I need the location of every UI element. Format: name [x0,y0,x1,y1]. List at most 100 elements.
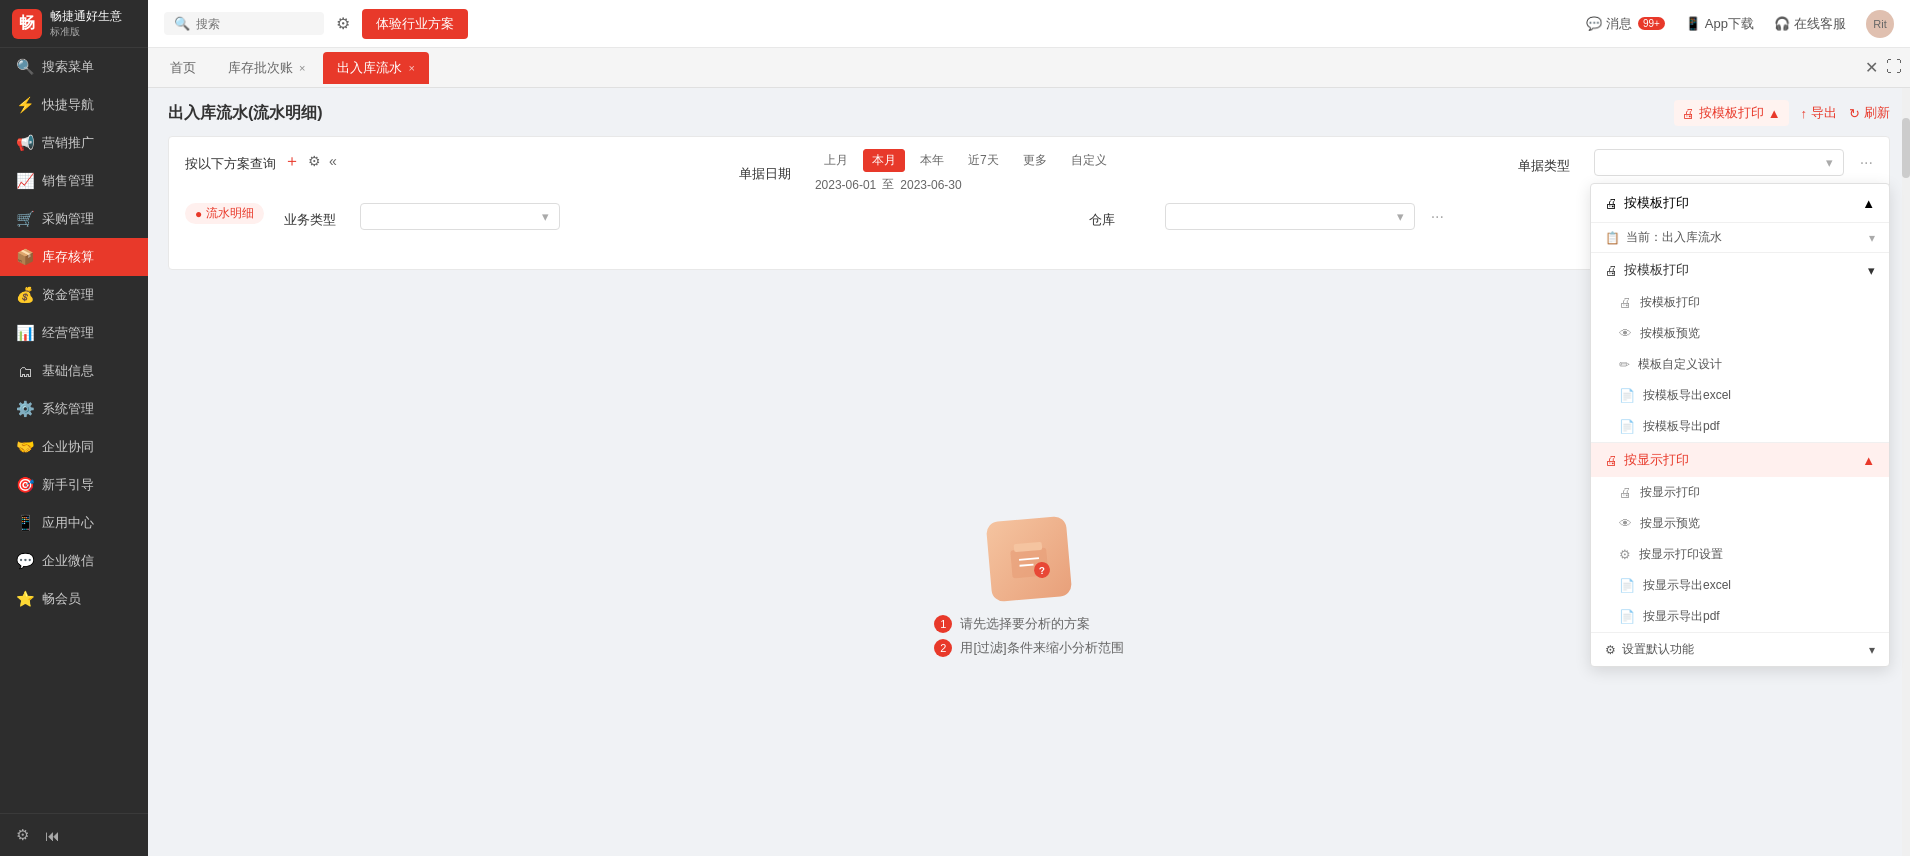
sidebar-item-app-center[interactable]: 📱应用中心 [0,504,148,542]
filter-by-label: 按以下方案查询 [185,149,276,173]
guide-icon: 🎯 [16,476,34,494]
expand-tab-btn[interactable]: ⛶ [1886,58,1902,77]
doc-type-select[interactable]: ▾ [1594,149,1844,176]
sidebar-item-cooperation[interactable]: 🤝企业协同 [0,428,148,466]
warehouse-arrow-icon: ▾ [1397,209,1404,224]
template-print-section-header[interactable]: 🖨 按模板打印 ▾ [1591,253,1889,287]
doc-type-more-btn[interactable]: ··· [1860,154,1873,172]
d-settings-icon: ⚙ [1619,547,1631,562]
dropdown-up-icon[interactable]: ▲ [1862,196,1875,211]
app-logo: 畅 [12,9,42,39]
print-item-icon: 🖨 [1619,295,1632,310]
sidebar-item-search[interactable]: 🔍搜索菜单 [0,48,148,86]
tab-batch-account[interactable]: 库存批次账 × [214,52,319,84]
system-icon: ⚙️ [16,400,34,418]
refresh-btn[interactable]: ↻ 刷新 [1849,104,1890,122]
marketing-icon: 📢 [16,134,34,152]
collapse-icon[interactable]: ⏮ [45,827,60,844]
sidebar-item-quick-nav[interactable]: ⚡快捷导航 [0,86,148,124]
search-box[interactable]: 🔍 [164,12,324,35]
sidebar-item-wechat[interactable]: 💬企业微信 [0,542,148,580]
settings-icon[interactable]: ⚙ [16,826,29,844]
business-type-select[interactable]: ▾ [360,203,560,230]
tab-flow[interactable]: 出入库流水 × [323,52,428,84]
shortcut-custom[interactable]: 自定义 [1062,149,1116,172]
dropdown-panel: 🖨 按模板打印 ▲ 📋 当前：出入库流水 ▾ 🖨 按模板打印 [1590,183,1890,667]
user-avatar[interactable]: Rit [1866,10,1894,38]
dropdown-display-print[interactable]: 🖨 按显示打印 [1591,477,1889,508]
tabbar-right: ✕ ⛶ [1865,58,1902,77]
export-icon: ↑ [1801,106,1808,121]
tab-close-flow[interactable]: × [408,62,414,74]
tag-icon: ● [195,207,202,221]
tab-close-batch[interactable]: × [299,62,305,74]
app-title: 畅捷通好生意 标准版 [50,9,122,38]
warehouse-more-btn[interactable]: ··· [1431,208,1444,226]
home-tab-label: 首页 [170,59,196,77]
export-btn[interactable]: ↑ 导出 [1801,104,1838,122]
dropdown-footer[interactable]: ⚙ 设置默认功能 ▾ [1591,633,1889,666]
display-print-section-header[interactable]: 🖨 按显示打印 ▲ [1591,443,1889,477]
dropdown-template-print[interactable]: 🖨 按模板打印 [1591,287,1889,318]
dropdown-template-pdf[interactable]: 📄 按模板导出pdf [1591,411,1889,442]
app-download-btn[interactable]: 📱 App下载 [1685,15,1754,33]
filter-collapse-icon[interactable]: « [329,153,337,169]
sidebar-item-marketing[interactable]: 📢营销推广 [0,124,148,162]
sidebar-item-sales[interactable]: 📈销售管理 [0,162,148,200]
sidebar-item-purchase[interactable]: 🛒采购管理 [0,200,148,238]
preview-item-icon: 👁 [1619,326,1632,341]
pdf-item-icon: 📄 [1619,419,1635,434]
search-input[interactable] [196,17,314,31]
online-service-btn[interactable]: 🎧 在线客服 [1774,15,1846,33]
dropdown-display-preview[interactable]: 👁 按显示预览 [1591,508,1889,539]
section-template-print: 🖨 按模板打印 ▾ 🖨 按模板打印 👁 按模板预览 ✏ [1591,253,1889,443]
sidebar-item-member[interactable]: ⭐畅会员 [0,580,148,618]
page-header: 出入库流水(流水明细) 🖨 按模板打印 ▲ ↑ 导出 ↻ 刷新 [148,88,1910,126]
dropdown-display-excel[interactable]: 📄 按显示导出excel [1591,570,1889,601]
sidebar-item-operations[interactable]: 📊经营管理 [0,314,148,352]
template-print-btn[interactable]: 🖨 按模板打印 ▲ [1674,100,1789,126]
template-print-icon: 🖨 [1605,263,1618,278]
sidebar-item-basic[interactable]: 🗂基础信息 [0,352,148,390]
sidebar-header: 畅 畅捷通好生意 标准版 [0,0,148,48]
close-tab-btn[interactable]: ✕ [1865,58,1878,77]
member-icon: ⭐ [16,590,34,608]
cooperation-icon: 🤝 [16,438,34,456]
footer-arrow: ▾ [1869,643,1875,657]
warehouse-select[interactable]: ▾ [1165,203,1415,230]
shortcut-last-7-days[interactable]: 近7天 [959,149,1008,172]
business-arrow-icon: ▾ [542,209,549,224]
purchase-icon: 🛒 [16,210,34,228]
section-expand-icon: ▾ [1868,263,1875,278]
tab-home[interactable]: 首页 [156,52,210,84]
current-icon: 📋 [1605,231,1620,245]
right-scrollbar-track [1902,88,1910,856]
doc-type-label: 单据类型 [1518,151,1578,175]
trial-btn[interactable]: 体验行业方案 [362,9,468,39]
filter-settings-icon[interactable]: ⚙ [308,153,321,169]
sidebar-item-inventory[interactable]: 📦库存核算 [0,238,148,276]
right-scrollbar-thumb[interactable] [1902,118,1910,178]
dropdown-template-custom[interactable]: ✏ 模板自定义设计 [1591,349,1889,380]
current-arrow[interactable]: ▾ [1869,231,1875,245]
shortcut-more[interactable]: 更多 [1014,149,1056,172]
shortcut-last-month[interactable]: 上月 [815,149,857,172]
dropdown-display-settings[interactable]: ⚙ 按显示打印设置 [1591,539,1889,570]
section-collapse-icon: ▲ [1862,453,1875,468]
sidebar-item-finance[interactable]: 💰资金管理 [0,276,148,314]
filter-add-btn[interactable]: ＋ [284,151,300,172]
dropdown-template-excel[interactable]: 📄 按模板导出excel [1591,380,1889,411]
message-btn[interactable]: 💬 消息 99+ [1586,15,1665,33]
dropdown-display-pdf[interactable]: 📄 按显示导出pdf [1591,601,1889,632]
sidebar-item-guide[interactable]: 🎯新手引导 [0,466,148,504]
sidebar: 畅 畅捷通好生意 标准版 🔍搜索菜单⚡快捷导航📢营销推广📈销售管理🛒采购管理📦库… [0,0,148,856]
shortcut-current-month[interactable]: 本月 [863,149,905,172]
date-to: 2023-06-30 [900,178,961,192]
sidebar-item-system[interactable]: ⚙️系统管理 [0,390,148,428]
dropdown-template-preview[interactable]: 👁 按模板预览 [1591,318,1889,349]
shortcut-current-year[interactable]: 本年 [911,149,953,172]
d-print-icon: 🖨 [1619,485,1632,500]
sidebar-bottom: ⚙ ⏮ [0,813,148,856]
page-content: 出入库流水(流水明细) 🖨 按模板打印 ▲ ↑ 导出 ↻ 刷新 [148,88,1910,856]
gear-icon[interactable]: ⚙ [336,14,350,33]
